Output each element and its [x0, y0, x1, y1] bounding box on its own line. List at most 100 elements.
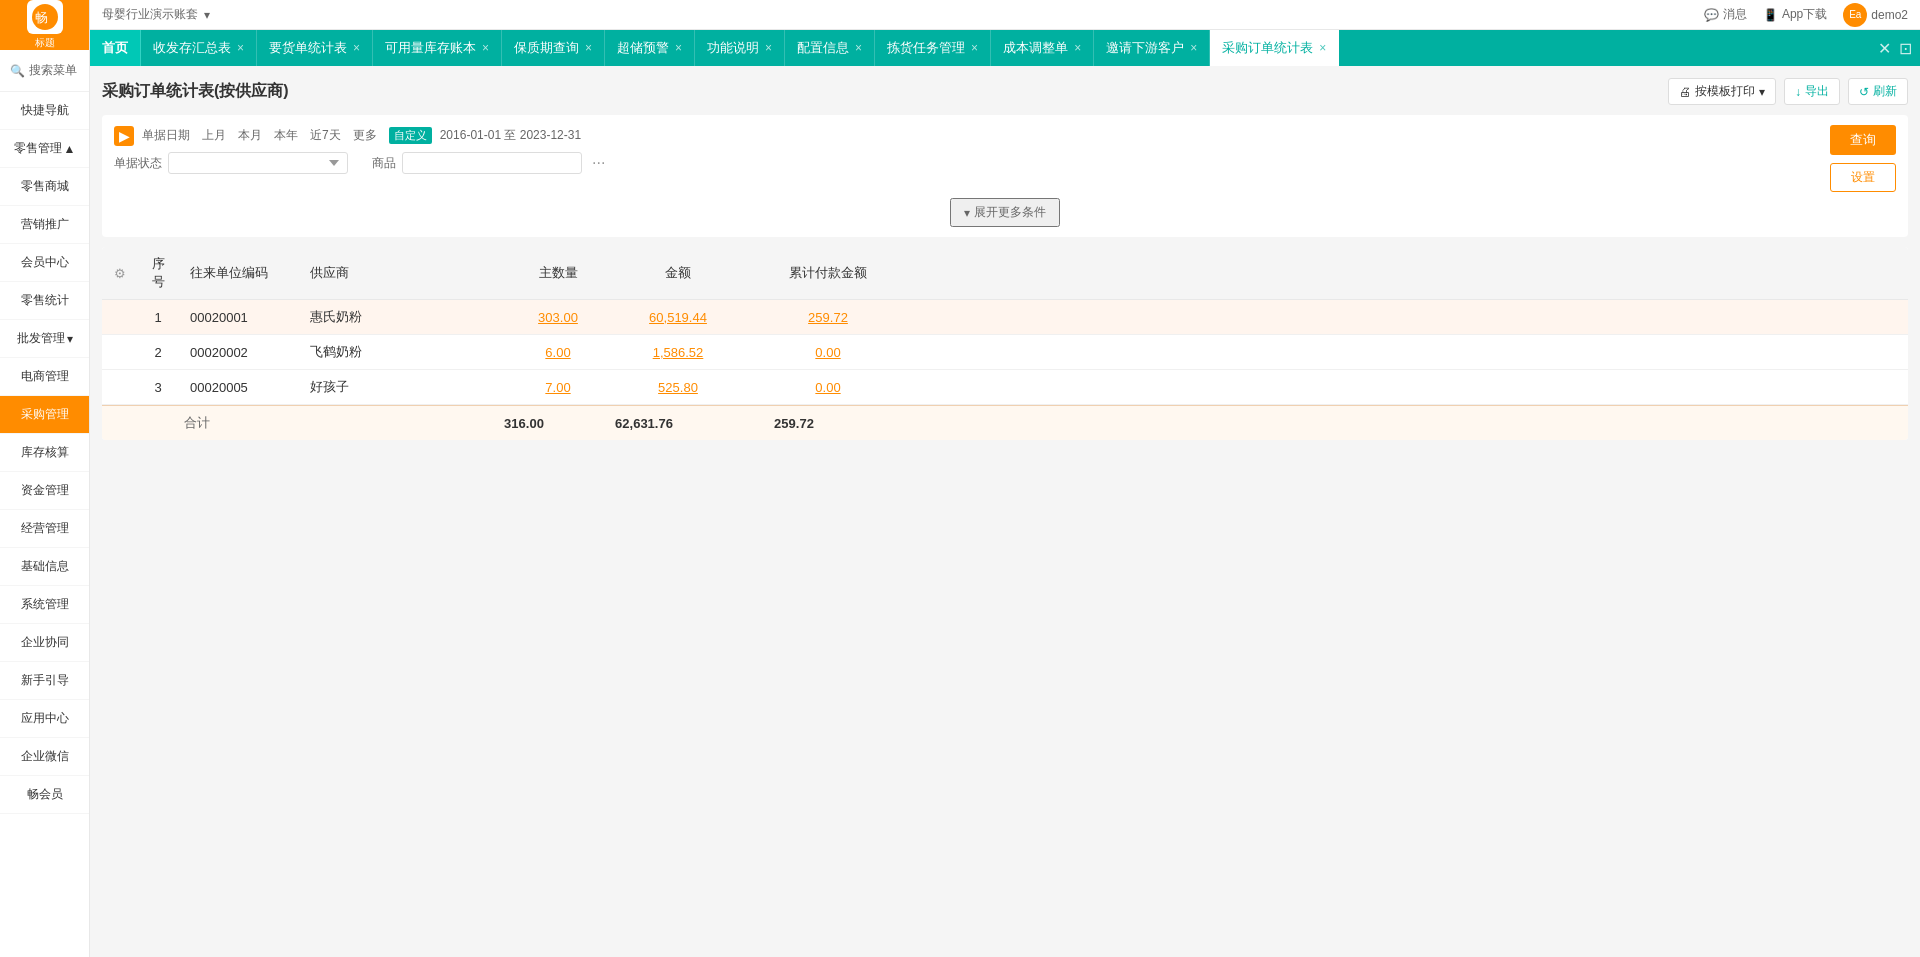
date-this-year-button[interactable]: 本年: [270, 125, 302, 146]
tab-home[interactable]: 首页: [90, 30, 141, 66]
goods-ellipsis-button[interactable]: ···: [588, 154, 609, 172]
cell-qty: 6.00: [498, 335, 618, 370]
logo-text: 标题: [35, 36, 55, 50]
page-content: 采购订单统计表(按供应商) 🖨 按模板打印 ▾ ↓ 导出 ↺ 刷新: [90, 66, 1920, 957]
topbar: 母婴行业演示账套 ▾ 💬 消息 📱 App下载 Ea demo2: [90, 0, 1920, 30]
cell-paid: 259.72: [738, 300, 918, 335]
tab-available-inventory[interactable]: 可用量库存账本 ×: [373, 30, 502, 66]
sidebar-item-wholesale[interactable]: 批发管理 ▾: [0, 320, 89, 358]
date-more-button[interactable]: 更多: [349, 125, 381, 146]
tab-receive-send[interactable]: 收发存汇总表 ×: [141, 30, 257, 66]
tab-cost-adjust[interactable]: 成本调整单 ×: [991, 30, 1094, 66]
sidebar-search-area[interactable]: 🔍 搜索菜单: [0, 50, 89, 92]
setting-button[interactable]: 设置: [1830, 163, 1896, 192]
table-header: ⚙ 序号 往来单位编码 供应商 主数量 金额 累计付款金额: [102, 247, 1908, 300]
tab-close-picking-task[interactable]: ×: [971, 41, 978, 55]
print-icon: 🖨: [1679, 85, 1691, 99]
sidebar-item-operation[interactable]: 经营管理: [0, 510, 89, 548]
tab-close-purchase-stats[interactable]: ×: [1319, 41, 1326, 55]
filter-area: ▶ 单据日期 上月 本月 本年 近7天 更多 自定义 2016-01-01 至 …: [102, 115, 1908, 237]
sidebar-item-retail[interactable]: 零售管理 ▲: [0, 130, 89, 168]
sidebar-item-newguide[interactable]: 新手引导: [0, 662, 89, 700]
refresh-icon: ↺: [1859, 85, 1869, 99]
date-last7-button[interactable]: 近7天: [306, 125, 345, 146]
tab-invite-customer[interactable]: 邀请下游客户 ×: [1094, 30, 1210, 66]
sidebar-item-retail-shop[interactable]: 零售商城: [0, 168, 89, 206]
tab-overstock[interactable]: 超储预警 ×: [605, 30, 695, 66]
sidebar-item-ecommerce[interactable]: 电商管理: [0, 358, 89, 396]
cell-no: 2: [138, 335, 178, 370]
tab-purchase-stats[interactable]: 采购订单统计表 ×: [1210, 30, 1339, 66]
tab-picking-task[interactable]: 拣货任务管理 ×: [875, 30, 991, 66]
date-this-month-button[interactable]: 本月: [234, 125, 266, 146]
goods-label: 商品: [372, 155, 396, 172]
company-dropdown-icon[interactable]: ▾: [204, 8, 210, 22]
footer-paid: 259.72: [704, 416, 884, 431]
date-last-month-button[interactable]: 上月: [198, 125, 230, 146]
sidebar-item-basic[interactable]: 基础信息: [0, 548, 89, 586]
message-button[interactable]: 💬 消息: [1704, 6, 1747, 23]
close-all-tabs-button[interactable]: ✕: [1878, 39, 1891, 58]
filter-toggle-button[interactable]: ▶: [114, 126, 134, 146]
cell-amount: 1,586.52: [618, 335, 738, 370]
user-area[interactable]: Ea demo2: [1843, 3, 1908, 27]
query-button[interactable]: 查询: [1830, 125, 1896, 155]
app-download-button[interactable]: 📱 App下载: [1763, 6, 1827, 23]
col-header-settings[interactable]: ⚙: [102, 247, 138, 300]
main-area: 母婴行业演示账套 ▾ 💬 消息 📱 App下载 Ea demo2 首页: [90, 0, 1920, 957]
tab-close-receive-send[interactable]: ×: [237, 41, 244, 55]
goods-input[interactable]: [402, 152, 582, 174]
sidebar-item-retail-stats[interactable]: 零售统计: [0, 282, 89, 320]
expand-icon: ▾: [964, 206, 970, 220]
sidebar-item-enterprise[interactable]: 企业协同: [0, 624, 89, 662]
tab-function-desc[interactable]: 功能说明 ×: [695, 30, 785, 66]
tab-shelf-life[interactable]: 保质期查询 ×: [502, 30, 605, 66]
expand-more-button[interactable]: ▾ 展开更多条件: [950, 198, 1060, 227]
sidebar-item-system[interactable]: 系统管理: [0, 586, 89, 624]
table-body: 1 00020001 惠氏奶粉 303.00 60,519.44 259.72 …: [102, 300, 1908, 405]
cell-supplier: 好孩子: [298, 370, 498, 405]
sidebar-item-purchase[interactable]: 采购管理: [0, 396, 89, 434]
page-title: 采购订单统计表(按供应商): [102, 81, 289, 102]
table-row: 3 00020005 好孩子 7.00 525.80 0.00: [102, 370, 1908, 405]
cell-paid: 0.00: [738, 370, 918, 405]
sidebar-item-quick-nav[interactable]: 快捷导航: [0, 92, 89, 130]
sidebar-item-member[interactable]: 会员中心: [0, 244, 89, 282]
sidebar-item-vip[interactable]: 畅会员: [0, 776, 89, 814]
export-button[interactable]: ↓ 导出: [1784, 78, 1840, 105]
topbar-left: 母婴行业演示账套 ▾: [102, 6, 210, 23]
tab-close-available-inventory[interactable]: ×: [482, 41, 489, 55]
message-icon: 💬: [1704, 8, 1719, 22]
tab-config-info[interactable]: 配置信息 ×: [785, 30, 875, 66]
cell-extra: [918, 335, 1908, 370]
sidebar-item-inventory[interactable]: 库存核算: [0, 434, 89, 472]
refresh-button[interactable]: ↺ 刷新: [1848, 78, 1908, 105]
date-range-value: 2016-01-01 至 2023-12-31: [440, 127, 581, 144]
footer-label: 合计: [184, 414, 464, 432]
table-row: 2 00020002 飞鹤奶粉 6.00 1,586.52 0.00: [102, 335, 1908, 370]
sidebar-item-marketing[interactable]: 营销推广: [0, 206, 89, 244]
data-table-container: ⚙ 序号 往来单位编码 供应商 主数量 金额 累计付款金额 1 00020001…: [102, 247, 1908, 440]
sidebar-item-appcenter[interactable]: 应用中心: [0, 700, 89, 738]
arrow-icon: ▲: [64, 142, 76, 156]
sidebar-item-finance[interactable]: 资金管理: [0, 472, 89, 510]
page-header: 采购订单统计表(按供应商) 🖨 按模板打印 ▾ ↓ 导出 ↺ 刷新: [102, 78, 1908, 105]
search-menu-button[interactable]: 🔍 搜索菜单: [6, 58, 83, 83]
cell-code: 00020001: [178, 300, 298, 335]
cell-no: 3: [138, 370, 178, 405]
print-button[interactable]: 🖨 按模板打印 ▾: [1668, 78, 1776, 105]
tab-close-invite-customer[interactable]: ×: [1190, 41, 1197, 55]
tab-close-config-info[interactable]: ×: [855, 41, 862, 55]
tab-close-order-stats[interactable]: ×: [353, 41, 360, 55]
status-select[interactable]: [168, 152, 348, 174]
cell-amount: 525.80: [618, 370, 738, 405]
cell-code: 00020005: [178, 370, 298, 405]
col-header-qty: 主数量: [498, 247, 618, 300]
tab-close-shelf-life[interactable]: ×: [585, 41, 592, 55]
tab-close-cost-adjust[interactable]: ×: [1074, 41, 1081, 55]
tab-close-function-desc[interactable]: ×: [765, 41, 772, 55]
maximize-button[interactable]: ⊡: [1899, 39, 1912, 58]
tab-order-stats[interactable]: 要货单统计表 ×: [257, 30, 373, 66]
sidebar-item-wechat[interactable]: 企业微信: [0, 738, 89, 776]
tab-close-overstock[interactable]: ×: [675, 41, 682, 55]
